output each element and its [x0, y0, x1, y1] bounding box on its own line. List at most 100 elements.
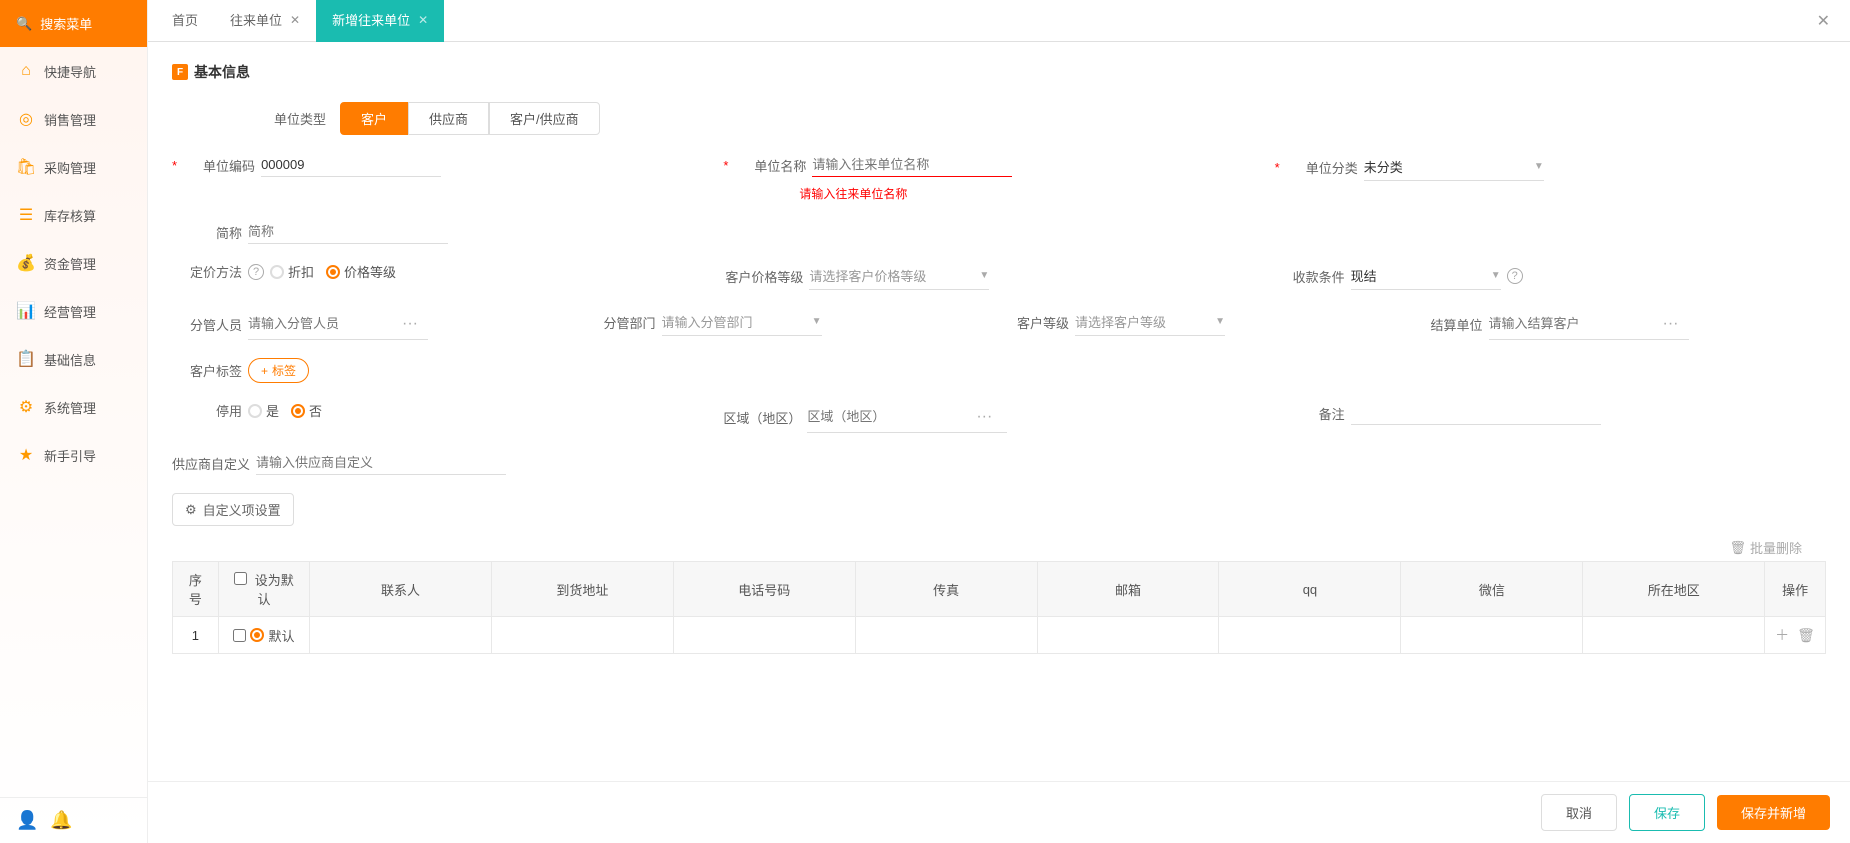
col-header-邮箱: 邮箱	[1037, 562, 1219, 617]
department-field: 分管部门 请输入分管部门 ▼	[586, 308, 1000, 336]
category-chevron-icon: ▼	[1534, 161, 1544, 172]
form-row-pricing: 定价方法 ? 折扣 价格等级 客户价格等级 请选择客户价格等级	[172, 262, 1826, 290]
sidebar-item-quick-nav[interactable]: ⌂快捷导航	[0, 47, 147, 95]
cancel-button[interactable]: 取消	[1541, 794, 1617, 831]
form-row-1: * 单位编码 * 单位名称 请输入往来单位名称 * 单位分类 未分类 ▼	[172, 153, 1826, 202]
row-fax[interactable]	[855, 617, 1037, 654]
row-email[interactable]	[1037, 617, 1219, 654]
contact-input[interactable]	[320, 628, 481, 643]
default-label: 默认	[268, 626, 294, 645]
tab-label-new-unit: 新增往来单位	[332, 10, 410, 29]
sidebar-label-operations: 经营管理	[44, 302, 96, 321]
col-header-设为默认: 设为默认	[218, 562, 309, 617]
settlement-more-icon[interactable]: ···	[1659, 315, 1683, 333]
user-icon[interactable]: 👤	[16, 810, 38, 831]
sidebar-item-inventory[interactable]: ☰库存核算	[0, 191, 147, 239]
payment-chevron-icon: ▼	[1491, 270, 1501, 281]
disabled-no-radio[interactable]: 否	[291, 401, 322, 420]
tab-new-unit[interactable]: 新增往来单位 ✕	[316, 0, 444, 42]
tab-home[interactable]: 首页	[156, 0, 214, 42]
email-input[interactable]	[1048, 628, 1209, 643]
row-phone[interactable]	[673, 617, 855, 654]
sidebar-item-purchase[interactable]: 🛍采购管理	[0, 143, 147, 191]
row-checkbox[interactable]	[233, 629, 246, 642]
select-all-checkbox[interactable]	[234, 572, 247, 585]
sidebar-item-finance[interactable]: 💰资金管理	[0, 239, 147, 287]
notification-icon[interactable]: 🔔	[50, 810, 72, 831]
col-header-所在地区: 所在地区	[1583, 562, 1765, 617]
customer-price-label: 客户价格等级	[723, 267, 803, 286]
row-address[interactable]	[491, 617, 673, 654]
unit-name-input[interactable]	[812, 153, 1012, 177]
search-menu-item[interactable]: 🔍 搜索菜单	[0, 0, 147, 47]
payment-terms-select[interactable]: 现结 ▼	[1351, 262, 1501, 290]
abbr-input[interactable]	[248, 220, 448, 244]
unit-code-field: * 单位编码	[172, 153, 723, 177]
sidebar-item-system[interactable]: ⚙系统管理	[0, 383, 147, 431]
manager-input[interactable]	[248, 312, 398, 335]
disabled-no-label: 否	[309, 401, 322, 420]
customer-price-select[interactable]: 请选择客户价格等级 ▼	[809, 262, 989, 290]
fax-input[interactable]	[866, 628, 1027, 643]
col-header-qq: qq	[1219, 562, 1401, 617]
settings-gear-icon: ⚙	[185, 502, 197, 518]
custom-settings-button[interactable]: ⚙ 自定义项设置	[172, 493, 294, 526]
sidebar-item-sales[interactable]: ◎销售管理	[0, 95, 147, 143]
customer-level-select[interactable]: 请选择客户等级 ▼	[1075, 308, 1225, 336]
tab-close-unit-list[interactable]: ✕	[290, 13, 300, 27]
tab-close-new-unit[interactable]: ✕	[418, 13, 428, 27]
search-icon: 🔍	[16, 16, 32, 32]
sidebar-item-operations[interactable]: 📊经营管理	[0, 287, 147, 335]
settlement-input[interactable]	[1489, 312, 1659, 335]
department-chevron-icon: ▼	[812, 316, 822, 327]
wechat-input[interactable]	[1411, 628, 1572, 643]
batch-delete-button[interactable]: 🗑 批量删除	[148, 538, 1802, 557]
unit-type-supplier-button[interactable]: 供应商	[408, 102, 489, 135]
row-contact[interactable]	[310, 617, 492, 654]
row-region-input[interactable]	[1593, 628, 1754, 643]
delete-row-button[interactable]: 🗑	[1797, 627, 1815, 644]
default-radio[interactable]: 默认	[250, 626, 294, 645]
section-title: F 基本信息	[172, 62, 1826, 82]
required-star-category: *	[1275, 160, 1280, 175]
row-wechat[interactable]	[1401, 617, 1583, 654]
row-qq[interactable]	[1219, 617, 1401, 654]
customer-level-chevron-icon: ▼	[1215, 316, 1225, 327]
unit-category-value: 未分类	[1364, 157, 1532, 176]
region-input[interactable]	[807, 405, 972, 428]
pricing-help-icon[interactable]: ?	[248, 264, 264, 280]
add-row-button[interactable]: ＋	[1775, 625, 1789, 645]
unit-type-both-button[interactable]: 客户/供应商	[489, 102, 600, 135]
close-window-button[interactable]: ✕	[1805, 11, 1842, 31]
unit-category-select[interactable]: 未分类 ▼	[1364, 153, 1544, 181]
payment-help-icon[interactable]: ?	[1507, 268, 1523, 284]
unit-type-customer-button[interactable]: 客户	[340, 102, 408, 135]
unit-category-field: * 单位分类 未分类 ▼	[1275, 153, 1826, 181]
sidebar-item-guide[interactable]: ★新手引导	[0, 431, 147, 479]
table-row: 1 默认	[173, 617, 1826, 654]
disabled-yes-radio[interactable]: 是	[248, 401, 279, 420]
department-select[interactable]: 请输入分管部门 ▼	[662, 308, 822, 336]
supplier-custom-input[interactable]	[256, 451, 506, 475]
save-and-new-button[interactable]: 保存并新增	[1717, 795, 1830, 830]
qq-input[interactable]	[1229, 628, 1390, 643]
unit-type-field-label: 单位类型	[256, 109, 326, 128]
unit-code-input[interactable]	[261, 153, 441, 177]
col-header-序号: 序号	[173, 562, 219, 617]
row-region[interactable]	[1583, 617, 1765, 654]
manager-more-icon[interactable]: ···	[398, 315, 422, 333]
pricing-discount-radio[interactable]: 折扣	[270, 262, 314, 281]
sidebar-item-basic-info[interactable]: 📋基础信息	[0, 335, 147, 383]
pricing-level-radio[interactable]: 价格等级	[326, 262, 396, 281]
form-row-manager: 分管人员 ··· 分管部门 请输入分管部门 ▼ 客户等级 请选择客户等级 ▼	[172, 308, 1826, 340]
tab-unit-list[interactable]: 往来单位✕	[214, 0, 316, 42]
save-button[interactable]: 保存	[1629, 794, 1705, 831]
remarks-input[interactable]	[1351, 401, 1601, 425]
add-tag-button[interactable]: + 标签	[248, 358, 309, 383]
payment-terms-field: 收款条件 现结 ▼ ?	[1275, 262, 1826, 290]
region-more-icon[interactable]: ···	[972, 408, 996, 426]
section-title-icon: F	[172, 64, 188, 80]
phone-input[interactable]	[684, 628, 845, 643]
address-input[interactable]	[502, 628, 663, 643]
customer-price-value: 请选择客户价格等级	[809, 266, 977, 285]
